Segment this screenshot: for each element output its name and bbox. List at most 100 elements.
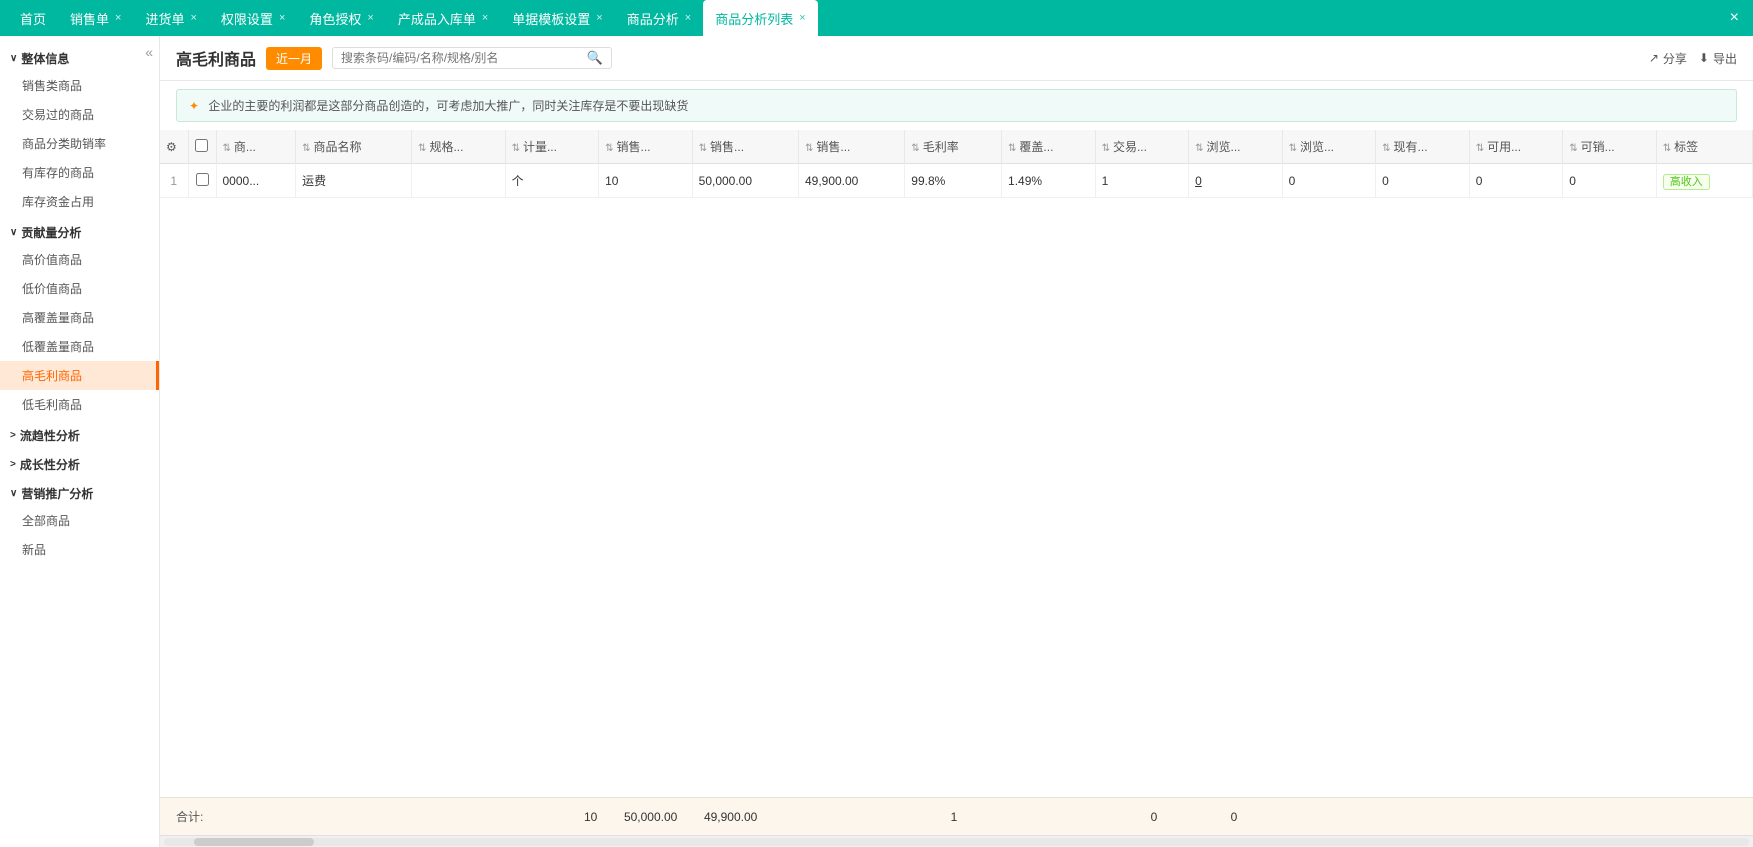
nav-close-icon[interactable]: × xyxy=(279,12,285,24)
cell-browse2: 0 xyxy=(1282,164,1376,198)
col-header-browse2[interactable]: ⇅浏览... xyxy=(1282,130,1376,164)
sidebar-item-销售类商品[interactable]: 销售类商品 xyxy=(0,71,159,100)
settings-icon[interactable]: ⚙ xyxy=(166,140,177,154)
scrollbar-thumb[interactable] xyxy=(194,838,314,846)
cell-checkbox xyxy=(188,164,216,198)
search-box: 🔍 xyxy=(332,47,612,69)
cell-sales_amount: 50,000.00 xyxy=(692,164,798,198)
nav-close-icon[interactable]: × xyxy=(482,12,488,24)
cell-name: 运费 xyxy=(296,164,412,198)
footer-available-stock: 0 xyxy=(1163,810,1243,824)
sidebar-item-商品分类助销率[interactable]: 商品分类助销率 xyxy=(0,129,159,158)
share-button[interactable]: ↗ 分享 xyxy=(1649,50,1687,67)
col-header-gross_margin[interactable]: ⇅毛利率 xyxy=(905,130,1002,164)
group-arrow-icon: > xyxy=(10,459,16,470)
cell-sales_qty: 10 xyxy=(599,164,693,198)
col-header-spec[interactable]: ⇅规格... xyxy=(412,130,506,164)
sidebar-group-流趋性分析[interactable]: >流趋性分析 xyxy=(0,419,159,448)
cell-spec xyxy=(412,164,506,198)
sidebar-item-低毛利商品[interactable]: 低毛利商品 xyxy=(0,390,159,419)
data-table: ⚙⇅商...⇅商品名称⇅规格...⇅计量...⇅销售...⇅销售...⇅销售..… xyxy=(160,130,1753,198)
col-header-browse1[interactable]: ⇅浏览... xyxy=(1189,130,1283,164)
col-header-checkbox[interactable] xyxy=(188,130,216,164)
sidebar-item-高价值商品[interactable]: 高价值商品 xyxy=(0,245,159,274)
select-all-checkbox[interactable] xyxy=(195,139,208,152)
col-header-transaction[interactable]: ⇅交易... xyxy=(1095,130,1189,164)
close-all-button[interactable]: × xyxy=(1716,9,1753,27)
group-arrow-icon: ∨ xyxy=(10,53,17,64)
nav-close-icon[interactable]: × xyxy=(799,12,805,24)
nav-close-icon[interactable]: × xyxy=(685,12,691,24)
col-header-tag[interactable]: ⇅标签 xyxy=(1656,130,1752,164)
sidebar-item-低价值商品[interactable]: 低价值商品 xyxy=(0,274,159,303)
table-header-row: ⚙⇅商...⇅商品名称⇅规格...⇅计量...⇅销售...⇅销售...⇅销售..… xyxy=(160,130,1753,164)
col-header-sellable_stock[interactable]: ⇅可销... xyxy=(1563,130,1657,164)
cell-code: 0000... xyxy=(216,164,296,198)
scrollbar-track xyxy=(164,838,1749,846)
sidebar-group-整体信息[interactable]: ∨整体信息 xyxy=(0,42,159,71)
nav-item-首页[interactable]: 首页 xyxy=(8,0,58,36)
col-sort-icon: ⇅ xyxy=(1289,143,1297,154)
col-header-sales_qty[interactable]: ⇅销售... xyxy=(599,130,693,164)
sidebar-item-库存资金占用[interactable]: 库存资金占用 xyxy=(0,187,159,216)
filter-recent-month-button[interactable]: 近一月 xyxy=(266,47,322,70)
cell-tag: 高收入 xyxy=(1656,164,1752,198)
sidebar-item-全部商品[interactable]: 全部商品 xyxy=(0,506,159,535)
col-header-available_stock[interactable]: ⇅可用... xyxy=(1469,130,1563,164)
col-header-unit[interactable]: ⇅计量... xyxy=(505,130,599,164)
nav-item-商品分析[interactable]: 商品分析× xyxy=(615,0,703,36)
nav-item-单据模板设置[interactable]: 单据模板设置× xyxy=(500,0,614,36)
row-checkbox[interactable] xyxy=(196,173,209,186)
col-header-coverage[interactable]: ⇅覆盖... xyxy=(1002,130,1096,164)
footer-values: 10 50,000.00 49,900.00 1 0 0 xyxy=(223,810,1243,824)
col-header-sales_cost[interactable]: ⇅销售... xyxy=(798,130,904,164)
horizontal-scrollbar[interactable] xyxy=(160,835,1753,847)
info-icon: ✦ xyxy=(189,99,199,113)
nav-close-icon[interactable]: × xyxy=(367,12,373,24)
col-header-sales_amount[interactable]: ⇅销售... xyxy=(692,130,798,164)
col-sort-icon: ⇅ xyxy=(1569,143,1577,154)
footer-current-stock: 0 xyxy=(1083,810,1163,824)
col-header-name[interactable]: ⇅商品名称 xyxy=(296,130,412,164)
sidebar-item-有库存的商品[interactable]: 有库存的商品 xyxy=(0,158,159,187)
tag-badge: 高收入 xyxy=(1663,174,1710,190)
nav-item-权限设置[interactable]: 权限设置× xyxy=(209,0,297,36)
content-header: 高毛利商品 近一月 🔍 ↗ 分享 ⬇ 导出 xyxy=(160,36,1753,81)
col-sort-icon: ⇅ xyxy=(1195,143,1203,154)
nav-close-icon[interactable]: × xyxy=(190,12,196,24)
page-title: 高毛利商品 xyxy=(176,46,256,70)
search-input[interactable] xyxy=(341,51,587,65)
nav-close-icon[interactable]: × xyxy=(115,12,121,24)
cell-settings: 1 xyxy=(160,164,188,198)
cell-gross_margin: 99.8% xyxy=(905,164,1002,198)
sidebar-item-低覆盖量商品[interactable]: 低覆盖量商品 xyxy=(0,332,159,361)
nav-item-角色授权[interactable]: 角色授权× xyxy=(297,0,385,36)
browse-link[interactable]: 0 xyxy=(1195,174,1202,188)
search-icon[interactable]: 🔍 xyxy=(587,50,603,66)
nav-item-销售单[interactable]: 销售单× xyxy=(58,0,133,36)
footer-transaction: 1 xyxy=(883,810,963,824)
col-sort-icon: ⇅ xyxy=(1382,143,1390,154)
sidebar-group-贡献量分析[interactable]: ∨贡献量分析 xyxy=(0,216,159,245)
sidebar-item-高覆盖量商品[interactable]: 高覆盖量商品 xyxy=(0,303,159,332)
nav-item-进货单[interactable]: 进货单× xyxy=(133,0,208,36)
col-header-code[interactable]: ⇅商... xyxy=(216,130,296,164)
sidebar-group-营销推广分析[interactable]: ∨营销推广分析 xyxy=(0,477,159,506)
cell-browse1[interactable]: 0 xyxy=(1189,164,1283,198)
group-arrow-icon: > xyxy=(10,430,16,441)
export-button[interactable]: ⬇ 导出 xyxy=(1699,50,1737,67)
col-sort-icon: ⇅ xyxy=(1663,143,1671,154)
sidebar-group-成长性分析[interactable]: >成长性分析 xyxy=(0,448,159,477)
sidebar-collapse-button[interactable]: « xyxy=(145,44,153,60)
col-sort-icon: ⇅ xyxy=(418,143,426,154)
table-wrapper[interactable]: ⚙⇅商...⇅商品名称⇅规格...⇅计量...⇅销售...⇅销售...⇅销售..… xyxy=(160,130,1753,797)
nav-close-icon[interactable]: × xyxy=(596,12,602,24)
nav-item-商品分析列表[interactable]: 商品分析列表× xyxy=(703,0,817,36)
col-sort-icon: ⇅ xyxy=(1102,143,1110,154)
col-header-settings[interactable]: ⚙ xyxy=(160,130,188,164)
sidebar-item-高毛利商品[interactable]: 高毛利商品 xyxy=(0,361,159,390)
nav-item-产成品入库单[interactable]: 产成品入库单× xyxy=(386,0,500,36)
sidebar-item-交易过的商品[interactable]: 交易过的商品 xyxy=(0,100,159,129)
sidebar-item-新品[interactable]: 新品 xyxy=(0,535,159,564)
col-header-current_stock[interactable]: ⇅现有... xyxy=(1376,130,1470,164)
